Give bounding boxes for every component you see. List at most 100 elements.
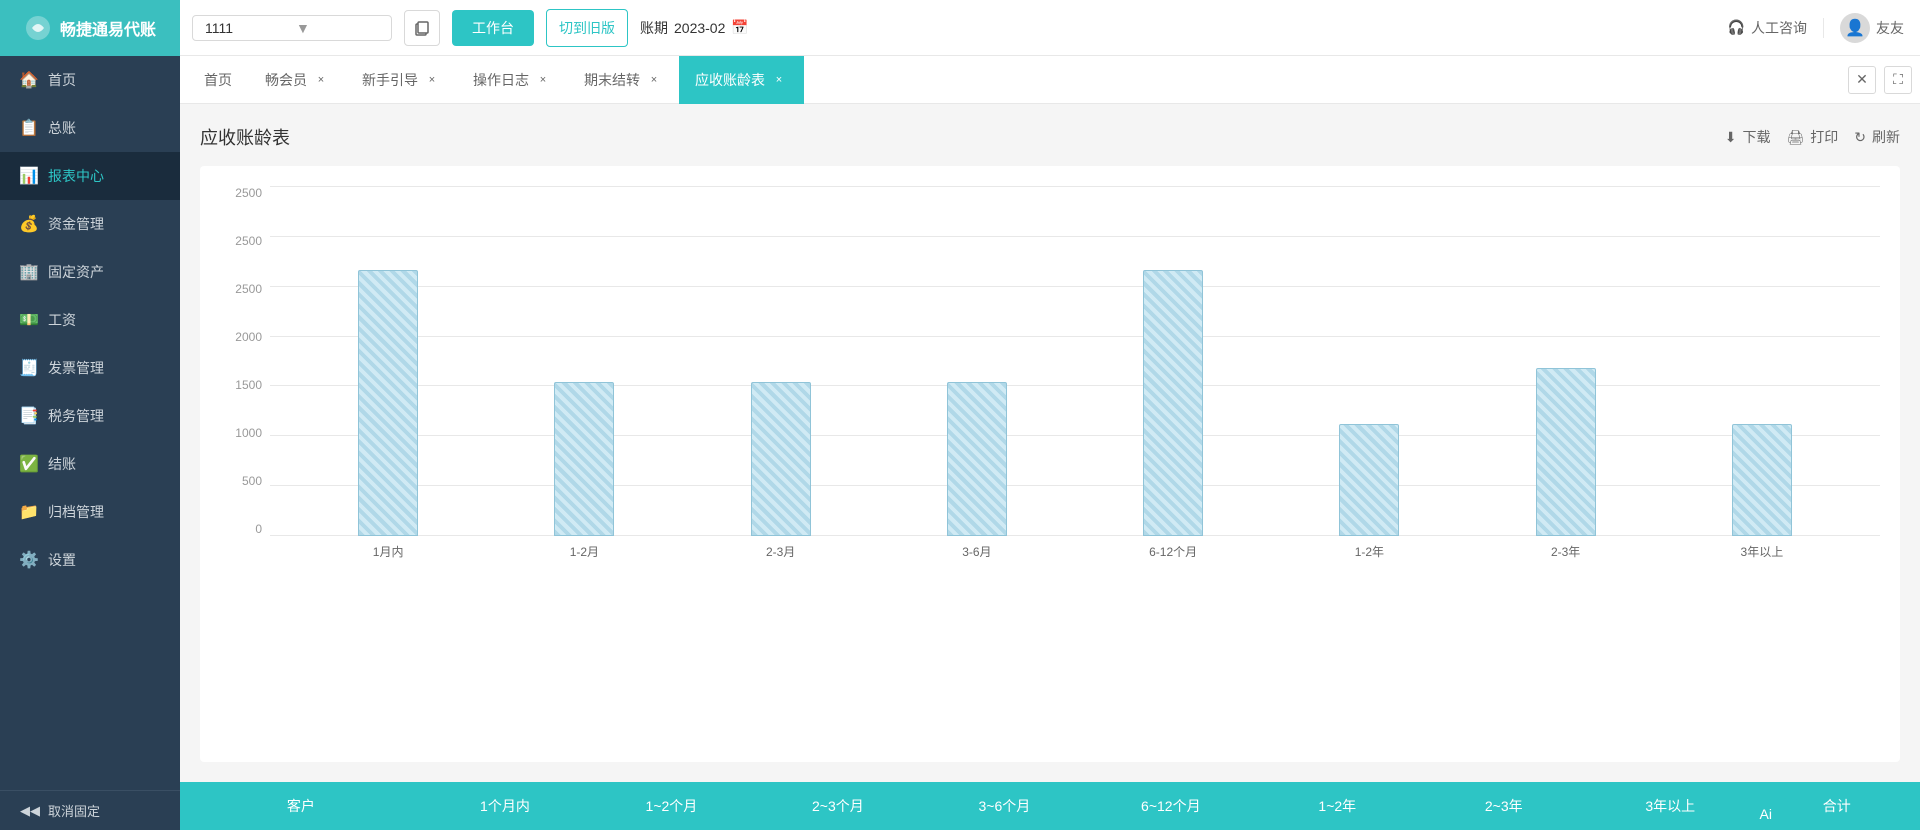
chart-container: 2500250025002000150010005000 1月内1-2月2-3月… bbox=[200, 166, 1900, 762]
chart-bar bbox=[947, 382, 1007, 536]
period-display: 账期 2023-02 📅 bbox=[640, 18, 749, 38]
chart-bar bbox=[1339, 424, 1399, 536]
sidebar: 🏠 首页 📋 总账 📊 报表中心 💰 资金管理 🏢 固定资产 💵 工资 🧾 发票… bbox=[0, 56, 180, 830]
y-axis-label: 2500 bbox=[235, 282, 262, 296]
chart-bar bbox=[358, 270, 418, 536]
user-menu[interactable]: 👤 友友 bbox=[1840, 13, 1904, 43]
period-value: 2023-02 bbox=[674, 20, 725, 36]
sidebar-item-funds[interactable]: 💰 资金管理 bbox=[0, 200, 180, 248]
print-button[interactable]: 🖨 打印 bbox=[1786, 127, 1838, 147]
copy-icon bbox=[413, 19, 431, 37]
sidebar-item-salary[interactable]: 💵 工资 bbox=[0, 296, 180, 344]
tabs-actions: ✕ ⛶ bbox=[1848, 66, 1912, 94]
sidebar-pin-toggle[interactable]: ◀◀ 取消固定 bbox=[0, 790, 180, 830]
content-area: 首页畅会员×新手引导×操作日志×期末结转×应收账龄表× ✕ ⛶ 应收账龄表 ⬇ … bbox=[180, 56, 1920, 830]
y-axis-label: 2500 bbox=[235, 186, 262, 200]
tab-close-icon[interactable]: × bbox=[313, 72, 329, 88]
y-axis-label: 1000 bbox=[235, 426, 262, 440]
sidebar-item-tax[interactable]: 📑 税务管理 bbox=[0, 392, 180, 440]
download-button[interactable]: ⬇ 下载 bbox=[1725, 127, 1771, 147]
copy-button[interactable] bbox=[404, 10, 440, 46]
tab-label: 首页 bbox=[204, 70, 232, 90]
bar-group bbox=[683, 382, 879, 536]
divider bbox=[1823, 18, 1824, 38]
assets-icon: 🏢 bbox=[20, 263, 38, 281]
sidebar-item-settings[interactable]: ⚙️ 设置 bbox=[0, 536, 180, 584]
bar-chart: 2500250025002000150010005000 1月内1-2月2-3月… bbox=[220, 186, 1880, 566]
consult-label: 人工咨询 bbox=[1751, 18, 1807, 38]
page-content: 应收账龄表 ⬇ 下载 🖨 打印 ↻ 刷新 bbox=[180, 104, 1920, 782]
table-header-cell: 客户 bbox=[180, 796, 422, 816]
company-select[interactable]: 1111 ▼ bbox=[192, 15, 392, 41]
user-name: 友友 bbox=[1876, 18, 1904, 38]
salary-icon: 💵 bbox=[20, 311, 38, 329]
ledger-icon: 📋 bbox=[20, 119, 38, 137]
sidebar-item-home[interactable]: 🏠 首页 bbox=[0, 56, 180, 104]
chart-bar bbox=[751, 382, 811, 536]
company-name: 1111 bbox=[205, 20, 288, 36]
logo: 畅捷通易代账 bbox=[0, 0, 180, 56]
tab-label: 畅会员 bbox=[265, 70, 307, 90]
tab-aging[interactable]: 应收账龄表× bbox=[679, 56, 804, 104]
sidebar-item-ledger[interactable]: 📋 总账 bbox=[0, 104, 180, 152]
sidebar-item-label: 报表中心 bbox=[48, 166, 104, 186]
tax-icon: 📑 bbox=[20, 407, 38, 425]
switch-version-button[interactable]: 切到旧版 bbox=[546, 9, 628, 47]
download-icon: ⬇ bbox=[1725, 129, 1737, 146]
table-header: 客户1个月内1~2个月2~3个月3~6个月6~12个月1~2年2~3年3年以上合… bbox=[180, 782, 1920, 830]
tab-home[interactable]: 首页 bbox=[188, 56, 249, 104]
bars-area bbox=[270, 186, 1880, 536]
sidebar-item-label: 资金管理 bbox=[48, 214, 104, 234]
chevron-down-icon: ▼ bbox=[296, 20, 379, 36]
tab-close-icon[interactable]: × bbox=[535, 72, 551, 88]
sidebar-item-invoice[interactable]: 🧾 发票管理 bbox=[0, 344, 180, 392]
chart-bar bbox=[1732, 424, 1792, 536]
workbench-button[interactable]: 工作台 bbox=[452, 10, 534, 46]
download-label: 下载 bbox=[1742, 127, 1770, 147]
sidebar-item-label: 固定资产 bbox=[48, 262, 104, 282]
y-axis-label: 2500 bbox=[235, 234, 262, 248]
tab-label: 操作日志 bbox=[473, 70, 529, 90]
x-axis-label: 1-2月 bbox=[486, 536, 682, 566]
tab-guide[interactable]: 新手引导× bbox=[346, 56, 457, 104]
avatar: 👤 bbox=[1840, 13, 1870, 43]
tab-close-icon[interactable]: × bbox=[646, 72, 662, 88]
sidebar-item-label: 发票管理 bbox=[48, 358, 104, 378]
close-tab-button[interactable]: ✕ bbox=[1848, 66, 1876, 94]
table-header-cell: 3年以上 bbox=[1587, 796, 1753, 816]
print-label: 打印 bbox=[1810, 127, 1838, 147]
sidebar-item-reports[interactable]: 📊 报表中心 bbox=[0, 152, 180, 200]
table-header-cell: 1~2年 bbox=[1254, 796, 1420, 816]
ai-badge[interactable]: Ai bbox=[1744, 798, 1788, 830]
chart-plot: 1月内1-2月2-3月3-6月6-12个月1-2年2-3年3年以上 bbox=[270, 186, 1880, 566]
bar-group bbox=[1075, 270, 1271, 536]
reports-icon: 📊 bbox=[20, 167, 38, 185]
bar-group bbox=[879, 382, 1075, 536]
tab-period_end[interactable]: 期末结转× bbox=[568, 56, 679, 104]
sidebar-item-assets[interactable]: 🏢 固定资产 bbox=[0, 248, 180, 296]
tab-close-icon[interactable]: × bbox=[424, 72, 440, 88]
sidebar-item-archive[interactable]: 📁 归档管理 bbox=[0, 488, 180, 536]
expand-button[interactable]: ⛶ bbox=[1884, 66, 1912, 94]
tab-vip[interactable]: 畅会员 × bbox=[249, 56, 346, 104]
sidebar-item-label: 首页 bbox=[48, 70, 76, 90]
page-title: 应收账龄表 bbox=[200, 124, 290, 150]
tab-close-icon[interactable]: × bbox=[771, 72, 787, 88]
refresh-icon: ↻ bbox=[1854, 129, 1866, 146]
bar-group bbox=[486, 382, 682, 536]
checkout-icon: ✅ bbox=[20, 455, 38, 473]
funds-icon: 💰 bbox=[20, 215, 38, 233]
refresh-label: 刷新 bbox=[1872, 127, 1900, 147]
sidebar-item-checkout[interactable]: ✅ 结账 bbox=[0, 440, 180, 488]
invoice-icon: 🧾 bbox=[20, 359, 38, 377]
period-label: 账期 bbox=[640, 18, 668, 38]
refresh-button[interactable]: ↻ 刷新 bbox=[1854, 127, 1900, 147]
header: 畅捷通易代账 1111 ▼ 工作台 切到旧版 账期 2023-02 📅 🎧 人工… bbox=[0, 0, 1920, 56]
sidebar-item-label: 工资 bbox=[48, 310, 76, 330]
calendar-icon[interactable]: 📅 bbox=[731, 19, 748, 36]
print-icon: 🖨 bbox=[1786, 129, 1804, 146]
pin-label: 取消固定 bbox=[48, 801, 100, 820]
tab-oplog[interactable]: 操作日志 × bbox=[457, 56, 568, 104]
consult-button[interactable]: 🎧 人工咨询 bbox=[1728, 18, 1807, 38]
logo-icon bbox=[24, 14, 52, 42]
